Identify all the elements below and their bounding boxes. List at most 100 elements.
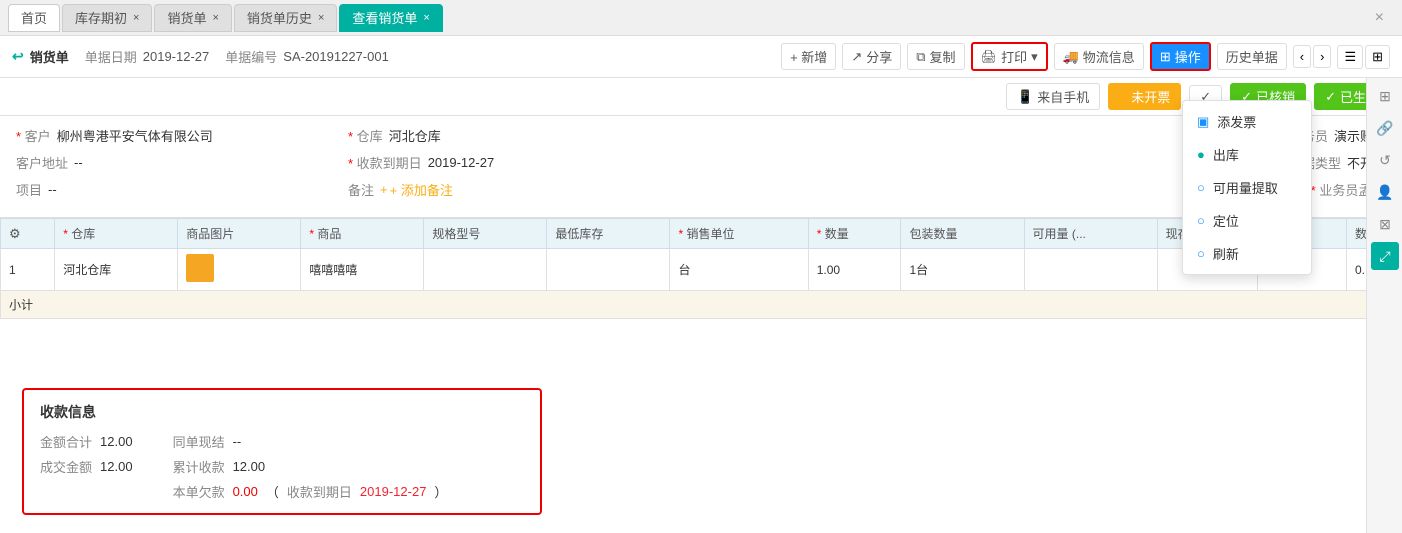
tab-view-sales[interactable]: 查看销货单 × — [339, 4, 442, 32]
tab-sales[interactable]: 销货单 × — [154, 4, 231, 32]
col-spec: 规格型号 — [424, 219, 547, 249]
logistics-button[interactable]: 🚚 物流信息 — [1054, 43, 1144, 70]
doc-icon: ↩ — [12, 48, 24, 65]
sidebar-icon-expand[interactable]: ⤢ — [1371, 242, 1399, 270]
sidebar-icon-1[interactable]: ⊞ — [1371, 82, 1399, 110]
col-unit: 销售单位 — [670, 219, 808, 249]
address-field: 客户地址 -- — [16, 153, 316, 172]
col-warehouse: 仓库 — [55, 219, 178, 249]
right-sidebar: ⊞ 🔗 ↺ 👤 ⊠ ⤢ — [1366, 78, 1402, 533]
doc-date-section: 单据日期 2019-12-27 — [85, 47, 210, 66]
due-date-label: 收款到期日 — [287, 482, 352, 501]
add-note-button[interactable]: + + 添加备注 — [380, 180, 453, 199]
tab-inventory-close[interactable]: × — [133, 12, 139, 24]
add-invoice-icon: ▣ — [1197, 114, 1209, 130]
unchecked-dot — [1119, 93, 1127, 101]
available-extract-label: 可用量提取 — [1213, 178, 1278, 197]
add-invoice-label: 添发票 — [1217, 112, 1256, 131]
payment-info-box: 收款信息 金额合计 12.00 成交金额 12.00 同单现结 -- 累计收款 … — [22, 388, 542, 515]
history-button[interactable]: 历史单据 — [1217, 43, 1287, 70]
print-button[interactable]: 🖨 打印 ▾ — [971, 42, 1048, 71]
sidebar-icon-3[interactable]: ↺ — [1371, 146, 1399, 174]
dropdown-out-warehouse[interactable]: ● 出库 — [1183, 138, 1311, 171]
subtotal-label: 小计 — [1, 291, 1402, 319]
amount-total-value: 12.00 — [100, 434, 133, 449]
arrears-label: 本单欠款 — [173, 482, 225, 501]
doc-number-section: 单据编号 SA-20191227-001 — [225, 47, 389, 66]
nav-prev-button[interactable]: ‹ — [1293, 45, 1311, 68]
customer-label: 客户 — [16, 126, 51, 145]
dropdown-add-invoice[interactable]: ▣ 添发票 — [1183, 105, 1311, 138]
unchecked-button[interactable]: 未开票 — [1108, 83, 1181, 110]
share-button[interactable]: ↗ 分享 — [842, 43, 901, 70]
tab-home[interactable]: 首页 — [8, 4, 60, 32]
nav-arrows: ‹ › — [1293, 45, 1332, 68]
operation-button[interactable]: ⊞ 操作 — [1150, 42, 1211, 71]
arrears-row: 本单欠款 0.00 （ 收款到期日 2019-12-27 ） — [173, 482, 448, 501]
tab-inventory[interactable]: 库存期初 × — [62, 4, 152, 32]
cell-product: 嘻嘻嘻嘻 — [301, 249, 424, 291]
doc-number-value: SA-20191227-001 — [283, 49, 389, 64]
doc-title-text: 销货单 — [30, 47, 69, 66]
view-grid-button[interactable]: ⊞ — [1365, 45, 1390, 69]
from-phone-button[interactable]: 📱 来自手机 — [1006, 83, 1100, 110]
payment-date-value: 2019-12-27 — [428, 155, 495, 170]
sidebar-icon-5[interactable]: ⊠ — [1371, 210, 1399, 238]
payment-date-field: 收款到期日 2019-12-27 — [348, 153, 648, 172]
sidebar-icon-4[interactable]: 👤 — [1371, 178, 1399, 206]
share-icon: ↗ — [851, 49, 862, 65]
unchecked-label: 未开票 — [1131, 87, 1170, 106]
cell-image — [178, 249, 301, 291]
dropdown-available-extract[interactable]: ○ 可用量提取 — [1183, 171, 1311, 204]
cumulative-label: 累计收款 — [173, 457, 225, 476]
locate-label: 定位 — [1213, 211, 1239, 230]
note-field: 备注 + + 添加备注 — [348, 180, 648, 199]
payment-info-col-right: 同单现结 -- 累计收款 12.00 本单欠款 0.00 （ 收款到期日 201… — [173, 432, 448, 501]
cell-index: 1 — [1, 249, 55, 291]
tab-sales-history[interactable]: 销货单历史 × — [234, 4, 337, 32]
amount-total-label: 金额合计 — [40, 432, 92, 451]
sidebar-icon-2[interactable]: 🔗 — [1371, 114, 1399, 142]
operation-icon: ⊞ — [1160, 49, 1171, 65]
operation-dropdown: ▣ 添发票 ● 出库 ○ 可用量提取 ○ 定位 ○ 刷新 — [1182, 100, 1312, 275]
deal-amount-value: 12.00 — [100, 459, 133, 474]
tab-view-sales-close[interactable]: × — [423, 12, 429, 24]
view-list-button[interactable]: ☰ — [1337, 45, 1363, 69]
same-bill-row: 同单现结 -- — [173, 432, 448, 451]
locate-icon: ○ — [1197, 213, 1205, 228]
payment-info-rows: 金额合计 12.00 成交金额 12.00 同单现结 -- 累计收款 12.00… — [40, 432, 524, 501]
amount-total-row: 金额合计 12.00 — [40, 432, 133, 451]
note-label: 备注 — [348, 180, 374, 199]
new-button[interactable]: + 新增 — [781, 43, 836, 70]
cell-unit: 台 — [670, 249, 808, 291]
window-close-button[interactable]: × — [1365, 9, 1394, 27]
nav-next-button[interactable]: › — [1313, 45, 1331, 68]
customer-field: 客户 柳州粤港平安气体有限公司 — [16, 126, 316, 145]
tab-inventory-label: 库存期初 — [75, 8, 127, 27]
tab-sales-history-close[interactable]: × — [318, 12, 324, 24]
cell-min-stock — [547, 249, 670, 291]
same-bill-value: -- — [233, 434, 242, 449]
col-pack-qty: 包装数量 — [901, 219, 1024, 249]
arrears-note-end: ） — [434, 482, 447, 501]
cell-qty: 1.00 — [808, 249, 901, 291]
copy-button-label: 复制 — [930, 47, 956, 66]
refresh-icon: ○ — [1197, 246, 1205, 261]
logistics-icon: 🚚 — [1063, 49, 1079, 65]
doc-header: ↩ 销货单 单据日期 2019-12-27 单据编号 SA-20191227-0… — [0, 36, 1402, 78]
view-toggle: ☰ ⊞ — [1337, 45, 1390, 69]
dropdown-refresh[interactable]: ○ 刷新 — [1183, 237, 1311, 270]
doc-number-label: 单据编号 — [225, 47, 277, 66]
copy-icon: ⧉ — [916, 49, 925, 65]
print-icon: 🖨 — [981, 49, 998, 65]
out-warehouse-icon: ● — [1197, 147, 1205, 162]
address-label: 客户地址 — [16, 153, 68, 172]
col-min-stock: 最低库存 — [547, 219, 670, 249]
col-image: 商品图片 — [178, 219, 301, 249]
col-available: 可用量 (... — [1024, 219, 1157, 249]
available-extract-icon: ○ — [1197, 180, 1205, 195]
copy-button[interactable]: ⧉ 复制 — [907, 43, 964, 70]
tab-sales-close[interactable]: × — [212, 12, 218, 24]
col-product: 商品 — [301, 219, 424, 249]
dropdown-locate[interactable]: ○ 定位 — [1183, 204, 1311, 237]
